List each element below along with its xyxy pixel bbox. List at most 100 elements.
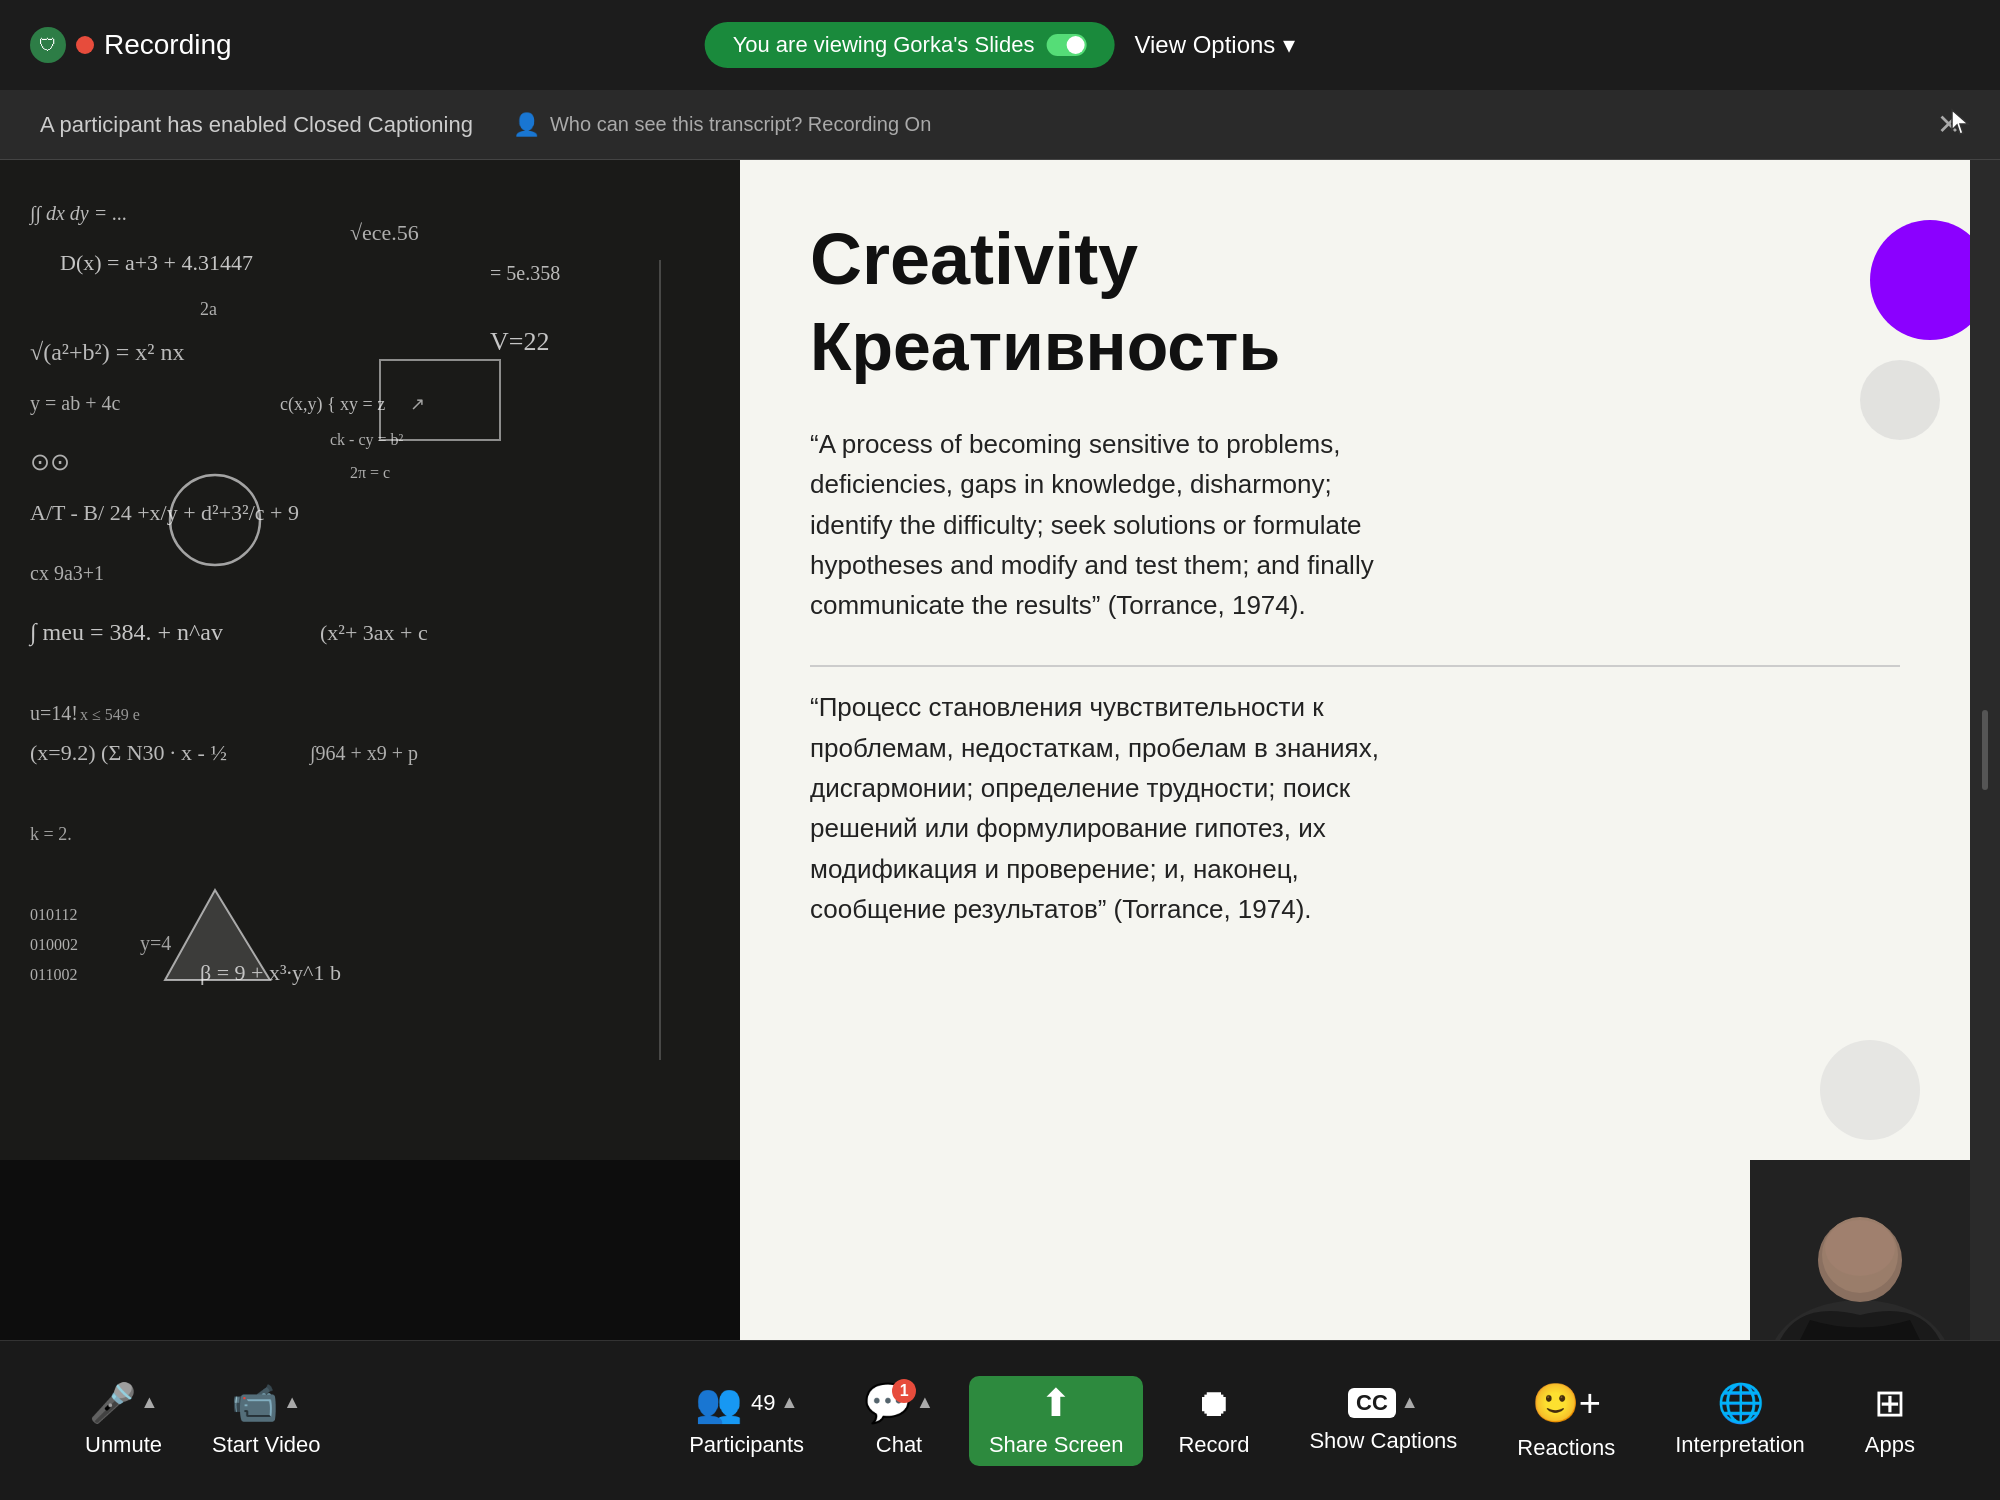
svg-text:⊙⊙: ⊙⊙: [30, 449, 70, 475]
video-slash-icon: 📹: [231, 1384, 278, 1422]
slide-quote-russian: “Процесс становления чувствительности к …: [810, 687, 1390, 929]
start-video-label: Start Video: [212, 1432, 320, 1458]
chalkboard-content: ∫∫ dx dy = ... D(x) = a+3 + 4.31447 2a √…: [0, 160, 740, 1340]
share-screen-icon: ⬆: [1040, 1384, 1072, 1422]
svg-text:010002: 010002: [30, 936, 78, 953]
transcript-text: Who can see this transcript? Recording O…: [550, 113, 931, 136]
svg-text:∫964 + x9 + p: ∫964 + x9 + p: [308, 742, 418, 766]
scroll-indicator: [1982, 710, 1988, 790]
unmute-label: Unmute: [85, 1432, 162, 1458]
svg-text:= 5e.358: = 5e.358: [490, 262, 560, 284]
chat-button[interactable]: 💬 1 ▲ Chat: [839, 1369, 959, 1473]
slide-quote-english: “A process of becoming sensitive to prob…: [810, 424, 1390, 625]
transcript-info: 👤 Who can see this transcript? Recording…: [513, 112, 931, 138]
record-label: Record: [1178, 1432, 1249, 1458]
toolbar-left-group: 🎤 ▲ Unmute 📹 ▲ Start Video: [60, 1369, 346, 1473]
separator-line: [810, 665, 1900, 667]
participants-icon-wrap: 👥 49 ▲: [695, 1384, 798, 1422]
main-content: ∫∫ dx dy = ... D(x) = a+3 + 4.31447 2a √…: [0, 160, 2000, 1340]
apps-button[interactable]: ⊞ Apps: [1840, 1369, 1940, 1473]
svg-text:√(a²+b²) = x²  nx: √(a²+b²) = x² nx: [30, 339, 184, 365]
svg-text:↗: ↗: [410, 394, 425, 414]
slide-title-russian: Креативность: [810, 309, 1900, 384]
share-screen-label: Share Screen: [989, 1432, 1124, 1458]
microphone-slash-icon: 🎤: [89, 1384, 136, 1422]
view-options-button[interactable]: View Options ▾: [1134, 31, 1295, 59]
svg-text:010112: 010112: [30, 906, 77, 923]
recording-badge: 🛡 Recording: [30, 27, 232, 63]
unmute-icon-wrap: 🎤 ▲: [89, 1384, 159, 1422]
chat-badge: 1: [892, 1379, 916, 1403]
share-screen-button[interactable]: ⬆ Share Screen: [969, 1376, 1144, 1466]
person-icon: 👤: [513, 112, 540, 138]
svg-text:y=4: y=4: [140, 932, 171, 955]
chalkboard-svg: ∫∫ dx dy = ... D(x) = a+3 + 4.31447 2a √…: [0, 160, 740, 1160]
record-button[interactable]: ⏺ Record: [1153, 1369, 1274, 1473]
svg-text:√ece.56: √ece.56: [350, 220, 419, 245]
start-video-icon-wrap: 📹 ▲: [231, 1384, 301, 1422]
svg-rect-0: [0, 160, 740, 1160]
apps-icon: ⊞: [1874, 1384, 1906, 1422]
start-video-button[interactable]: 📹 ▲ Start Video: [187, 1369, 345, 1473]
svg-text:∫∫ dx dy = ...: ∫∫ dx dy = ...: [28, 202, 127, 226]
chat-icon-badge-wrap: 💬 1: [864, 1384, 911, 1422]
chat-label: Chat: [876, 1432, 922, 1458]
svg-text:y = ab + 4c: y = ab + 4c: [30, 392, 120, 415]
reactions-button[interactable]: 🙂+ Reactions: [1492, 1366, 1640, 1476]
svg-text:(x²+ 3ax + c: (x²+ 3ax + c: [320, 620, 428, 645]
recording-dot: [76, 36, 94, 54]
svg-text:cx  9a3+1: cx 9a3+1: [30, 562, 104, 584]
participants-count: 49: [751, 1390, 775, 1416]
cursor-icon: [1950, 108, 1970, 136]
pill-toggle[interactable]: [1046, 34, 1086, 56]
participants-arrow-icon: ▲: [780, 1392, 798, 1413]
svg-text:011002: 011002: [30, 966, 77, 983]
participants-icon: 👥: [695, 1384, 742, 1422]
slide-title-english: Creativity: [810, 220, 1900, 299]
cc-icon: CC: [1348, 1388, 1396, 1418]
toolbar-center-group: 👥 49 ▲ Participants 💬 1 ▲ Chat ⬆ Share S…: [664, 1366, 1940, 1476]
svg-text:(x=9.2) (Σ N30 · x - ½: (x=9.2) (Σ N30 · x - ½: [30, 740, 227, 765]
interpretation-label: Interpretation: [1675, 1432, 1805, 1458]
shield-icon: 🛡: [30, 27, 66, 63]
chalkboard-panel: ∫∫ dx dy = ... D(x) = a+3 + 4.31447 2a √…: [0, 160, 740, 1340]
participants-label: Participants: [689, 1432, 804, 1458]
viewing-pill: You are viewing Gorka's Slides: [705, 22, 1115, 68]
gray-circle-1-decoration: [1860, 360, 1940, 440]
captions-arrow-icon: ▲: [1401, 1392, 1419, 1413]
reactions-label: Reactions: [1517, 1435, 1615, 1461]
right-sidebar: [1970, 160, 2000, 1340]
svg-text:c(x,y) { xy = z: c(x,y) { xy = z: [280, 394, 385, 415]
speaker-svg: [1750, 1160, 1970, 1340]
caption-bar: A participant has enabled Closed Caption…: [0, 90, 2000, 160]
svg-text:∫ meu = 384. + n^av: ∫ meu = 384. + n^av: [28, 619, 223, 647]
show-captions-button[interactable]: CC ▲ Show Captions: [1284, 1373, 1482, 1469]
slide-panel: Creativity Креативность “A process of be…: [740, 160, 1970, 1340]
captions-icon-wrap: CC ▲: [1348, 1388, 1419, 1418]
reactions-icon: 🙂+: [1532, 1381, 1601, 1425]
gray-circle-2-decoration: [1820, 1040, 1920, 1140]
unmute-arrow-icon: ▲: [141, 1392, 159, 1413]
viewing-label: You are viewing Gorka's Slides: [733, 32, 1035, 58]
start-video-arrow-icon: ▲: [283, 1392, 301, 1413]
chevron-down-icon: ▾: [1283, 31, 1295, 59]
chat-arrow-icon: ▲: [916, 1392, 934, 1413]
view-options-label: View Options: [1134, 31, 1275, 59]
svg-text:V=22: V=22: [490, 327, 549, 356]
interpretation-icon: 🌐: [1717, 1384, 1764, 1422]
interpretation-button[interactable]: 🌐 Interpretation: [1650, 1369, 1830, 1473]
unmute-button[interactable]: 🎤 ▲ Unmute: [60, 1369, 187, 1473]
caption-notification-text: A participant has enabled Closed Caption…: [40, 112, 473, 138]
record-icon: ⏺: [1195, 1384, 1233, 1422]
center-bar: You are viewing Gorka's Slides View Opti…: [705, 22, 1296, 68]
show-captions-label: Show Captions: [1309, 1428, 1457, 1454]
svg-text:D(x) = a+3 + 4.31447: D(x) = a+3 + 4.31447: [60, 250, 253, 275]
apps-label: Apps: [1865, 1432, 1915, 1458]
svg-text:2a: 2a: [200, 299, 217, 319]
recording-label: Recording: [104, 29, 232, 61]
svg-text:2π = c: 2π = c: [350, 464, 390, 481]
bottom-toolbar: 🎤 ▲ Unmute 📹 ▲ Start Video 👥 49 ▲ Partic…: [0, 1340, 2000, 1500]
svg-text:u=14!: u=14!: [30, 702, 78, 724]
svg-text:k = 2.: k = 2.: [30, 824, 72, 844]
participants-button[interactable]: 👥 49 ▲ Participants: [664, 1369, 829, 1473]
